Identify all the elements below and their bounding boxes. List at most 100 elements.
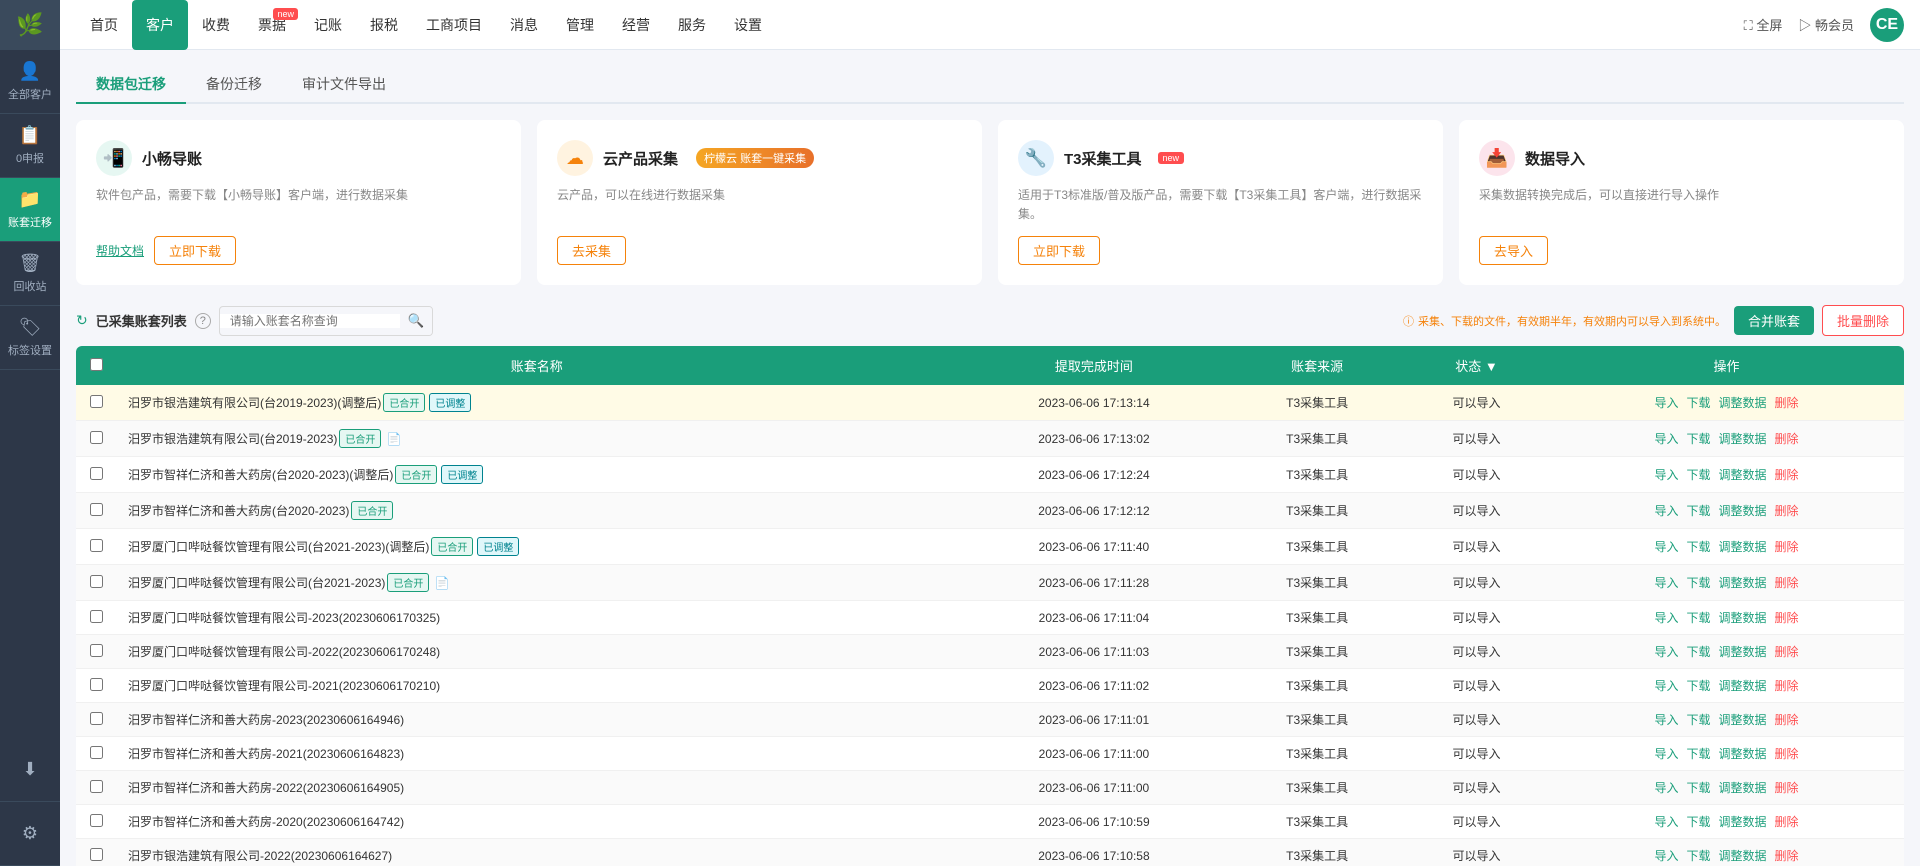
action-下载[interactable]: 下载 bbox=[1683, 781, 1715, 795]
action-删除[interactable]: 删除 bbox=[1771, 576, 1803, 590]
row-checkbox[interactable] bbox=[90, 644, 103, 657]
avatar[interactable]: CE bbox=[1870, 8, 1904, 42]
action-删除[interactable]: 删除 bbox=[1771, 781, 1803, 795]
nav-invoices[interactable]: 票据 new bbox=[244, 0, 300, 50]
batch-delete-btn[interactable]: 批量删除 bbox=[1822, 305, 1904, 336]
action-删除[interactable]: 删除 bbox=[1771, 611, 1803, 625]
action-删除[interactable]: 删除 bbox=[1771, 747, 1803, 761]
action-下载[interactable]: 下载 bbox=[1683, 432, 1715, 446]
search-button[interactable]: 🔍 bbox=[400, 306, 433, 336]
fullscreen-btn[interactable]: ⛶ 全屏 bbox=[1744, 15, 1783, 34]
action-导入[interactable]: 导入 bbox=[1650, 576, 1682, 590]
action-导入[interactable]: 导入 bbox=[1650, 468, 1682, 482]
tab-audit-export[interactable]: 审计文件导出 bbox=[282, 66, 406, 104]
action-删除[interactable]: 删除 bbox=[1771, 432, 1803, 446]
merge-account-btn[interactable]: 合并账套 bbox=[1734, 306, 1814, 335]
action-导入[interactable]: 导入 bbox=[1650, 781, 1682, 795]
action-调整数据[interactable]: 调整数据 bbox=[1715, 713, 1771, 727]
action-下载[interactable]: 下载 bbox=[1683, 396, 1715, 410]
col-status-header[interactable]: 状态 ▼ bbox=[1404, 346, 1549, 385]
action-删除[interactable]: 删除 bbox=[1771, 713, 1803, 727]
action-下载[interactable]: 下载 bbox=[1683, 713, 1715, 727]
action-调整数据[interactable]: 调整数据 bbox=[1715, 468, 1771, 482]
action-下载[interactable]: 下载 bbox=[1683, 576, 1715, 590]
row-checkbox[interactable] bbox=[90, 395, 103, 408]
import-btn-4[interactable]: 去导入 bbox=[1479, 236, 1548, 265]
action-调整数据[interactable]: 调整数据 bbox=[1715, 645, 1771, 659]
action-下载[interactable]: 下载 bbox=[1683, 540, 1715, 554]
help-doc-link-1[interactable]: 帮助文档 bbox=[96, 242, 144, 259]
row-checkbox[interactable] bbox=[90, 780, 103, 793]
action-删除[interactable]: 删除 bbox=[1771, 645, 1803, 659]
action-导入[interactable]: 导入 bbox=[1650, 679, 1682, 693]
member-btn[interactable]: ▷ 畅会员 bbox=[1798, 15, 1854, 34]
action-导入[interactable]: 导入 bbox=[1650, 396, 1682, 410]
action-调整数据[interactable]: 调整数据 bbox=[1715, 540, 1771, 554]
sidebar-item-download[interactable]: ⬇ bbox=[0, 738, 60, 802]
tab-backup-migrate[interactable]: 备份迁移 bbox=[186, 66, 282, 104]
row-checkbox[interactable] bbox=[90, 467, 103, 480]
action-下载[interactable]: 下载 bbox=[1683, 679, 1715, 693]
action-导入[interactable]: 导入 bbox=[1650, 713, 1682, 727]
action-调整数据[interactable]: 调整数据 bbox=[1715, 576, 1771, 590]
nav-manage[interactable]: 管理 bbox=[552, 0, 608, 50]
refresh-icon[interactable]: ↻ bbox=[76, 312, 88, 329]
row-checkbox[interactable] bbox=[90, 678, 103, 691]
action-删除[interactable]: 删除 bbox=[1771, 679, 1803, 693]
action-下载[interactable]: 下载 bbox=[1683, 611, 1715, 625]
action-调整数据[interactable]: 调整数据 bbox=[1715, 849, 1771, 863]
action-下载[interactable]: 下载 bbox=[1683, 504, 1715, 518]
nav-tax[interactable]: 报税 bbox=[356, 0, 412, 50]
sidebar-item-account-migrate[interactable]: 📁 账套迁移 bbox=[0, 178, 60, 242]
nav-operations[interactable]: 经营 bbox=[608, 0, 664, 50]
action-删除[interactable]: 删除 bbox=[1771, 396, 1803, 410]
action-下载[interactable]: 下载 bbox=[1683, 747, 1715, 761]
row-checkbox[interactable] bbox=[90, 848, 103, 861]
nav-service[interactable]: 服务 bbox=[664, 0, 720, 50]
action-导入[interactable]: 导入 bbox=[1650, 645, 1682, 659]
action-删除[interactable]: 删除 bbox=[1771, 815, 1803, 829]
tab-data-migrate[interactable]: 数据包迁移 bbox=[76, 66, 186, 104]
action-调整数据[interactable]: 调整数据 bbox=[1715, 747, 1771, 761]
action-导入[interactable]: 导入 bbox=[1650, 849, 1682, 863]
action-导入[interactable]: 导入 bbox=[1650, 504, 1682, 518]
sidebar-item-tags[interactable]: 🏷 标签设置 bbox=[0, 306, 60, 370]
action-删除[interactable]: 删除 bbox=[1771, 468, 1803, 482]
action-删除[interactable]: 删除 bbox=[1771, 849, 1803, 863]
action-下载[interactable]: 下载 bbox=[1683, 849, 1715, 863]
action-导入[interactable]: 导入 bbox=[1650, 747, 1682, 761]
row-checkbox[interactable] bbox=[90, 539, 103, 552]
nav-clients[interactable]: 客户 bbox=[132, 0, 188, 50]
action-导入[interactable]: 导入 bbox=[1650, 611, 1682, 625]
row-checkbox[interactable] bbox=[90, 431, 103, 444]
row-checkbox[interactable] bbox=[90, 610, 103, 623]
sidebar-item-settings[interactable]: ⚙ bbox=[0, 802, 60, 866]
sidebar-item-all-clients[interactable]: 👤 全部客户 bbox=[0, 50, 60, 114]
action-调整数据[interactable]: 调整数据 bbox=[1715, 432, 1771, 446]
action-调整数据[interactable]: 调整数据 bbox=[1715, 815, 1771, 829]
row-checkbox[interactable] bbox=[90, 503, 103, 516]
action-导入[interactable]: 导入 bbox=[1650, 432, 1682, 446]
action-删除[interactable]: 删除 bbox=[1771, 504, 1803, 518]
sidebar-item-recycle[interactable]: 🗑 回收站 bbox=[0, 242, 60, 306]
action-调整数据[interactable]: 调整数据 bbox=[1715, 396, 1771, 410]
search-input[interactable] bbox=[220, 314, 400, 328]
info-icon[interactable]: ? bbox=[195, 313, 211, 329]
nav-bookkeeping[interactable]: 记账 bbox=[300, 0, 356, 50]
action-调整数据[interactable]: 调整数据 bbox=[1715, 611, 1771, 625]
nav-settings-top[interactable]: 设置 bbox=[720, 0, 776, 50]
action-导入[interactable]: 导入 bbox=[1650, 815, 1682, 829]
nav-messages[interactable]: 消息 bbox=[496, 0, 552, 50]
action-调整数据[interactable]: 调整数据 bbox=[1715, 679, 1771, 693]
nav-home[interactable]: 首页 bbox=[76, 0, 132, 50]
row-checkbox[interactable] bbox=[90, 814, 103, 827]
row-checkbox[interactable] bbox=[90, 746, 103, 759]
download-btn-3[interactable]: 立即下载 bbox=[1018, 236, 1100, 265]
action-调整数据[interactable]: 调整数据 bbox=[1715, 781, 1771, 795]
select-all-checkbox[interactable] bbox=[90, 358, 103, 371]
sidebar-item-zero-declare[interactable]: 📋 0申报 bbox=[0, 114, 60, 178]
download-btn-1[interactable]: 立即下载 bbox=[154, 236, 236, 265]
nav-fees[interactable]: 收费 bbox=[188, 0, 244, 50]
row-checkbox[interactable] bbox=[90, 575, 103, 588]
row-checkbox[interactable] bbox=[90, 712, 103, 725]
